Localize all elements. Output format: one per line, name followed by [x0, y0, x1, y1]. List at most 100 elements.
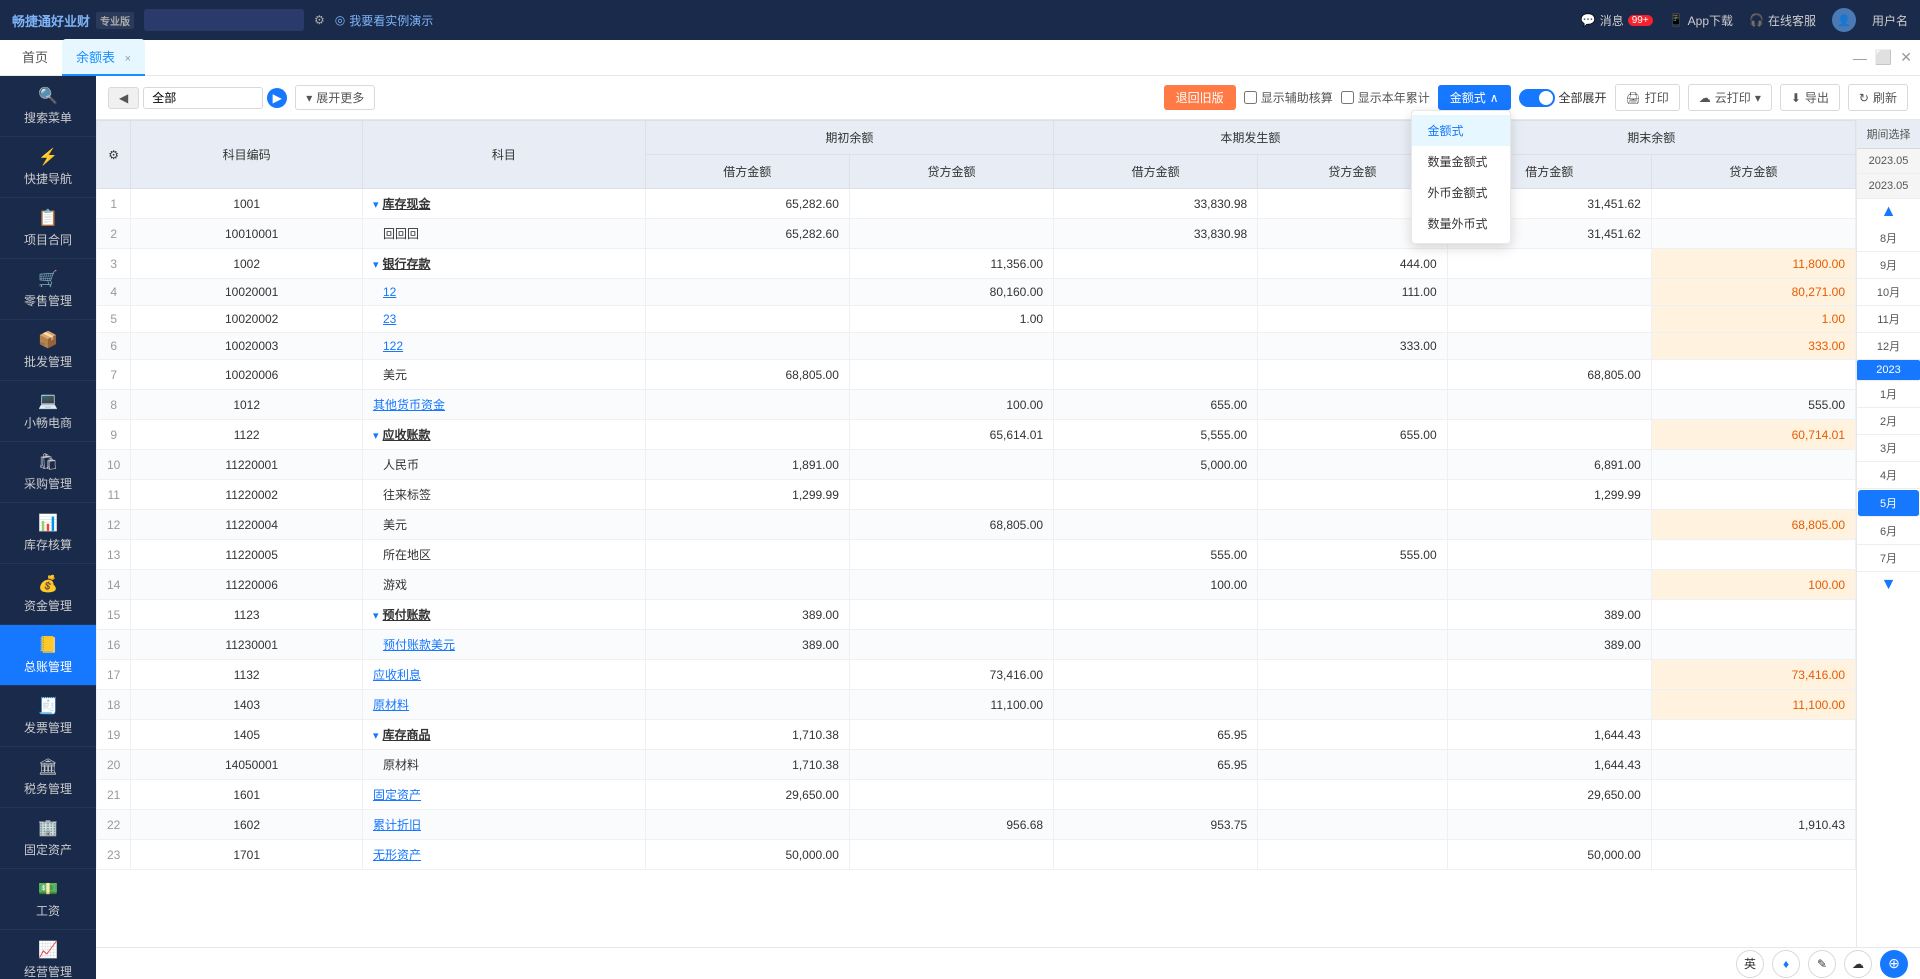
table-row[interactable]: 19 1405 ▾库存商品 1,710.38 65.95 1,644.43 [97, 720, 1856, 750]
sidebar-item-assets[interactable]: 🏢 固定资产 [0, 808, 96, 869]
account-name-link[interactable]: 累计折旧 [373, 818, 421, 832]
table-row[interactable]: 7 10020006 美元 68,805.00 68,805.00 [97, 360, 1856, 390]
sidebar-item-wholesale[interactable]: 📦 批发管理 [0, 320, 96, 381]
sidebar-item-quicknav[interactable]: ⚡ 快捷导航 [0, 137, 96, 198]
account-name-cell: ▾库存现金 [362, 189, 645, 219]
account-name-link[interactable]: 应收利息 [373, 668, 421, 682]
table-row[interactable]: 17 1132 应收利息 73,416.00 73,416.00 [97, 660, 1856, 690]
panel-month-5[interactable]: 5月 [1858, 490, 1919, 517]
table-row[interactable]: 9 1122 ▾应收账款 65,614.01 5,555.00 655.00 6… [97, 420, 1856, 450]
back-icon[interactable]: ◀ [108, 87, 139, 109]
panel-year-2023[interactable]: 2023 [1857, 360, 1920, 381]
panel-month-3[interactable]: 3月 [1857, 435, 1920, 462]
top-search-input[interactable] [144, 9, 304, 31]
lang-btn[interactable]: 英 [1736, 950, 1764, 978]
sidebar-item-bizmanage[interactable]: 📈 经营管理 [0, 930, 96, 979]
table-row[interactable]: 14 11220006 游戏 100.00 100.00 [97, 570, 1856, 600]
table-row[interactable]: 11 11220002 往来标签 1,299.99 1,299.99 [97, 480, 1856, 510]
sidebar-item-ecommerce[interactable]: 💻 小畅电商 [0, 381, 96, 442]
service-btn[interactable]: 🎧 在线客服 [1749, 12, 1816, 29]
table-row[interactable]: 6 10020003 122 333.00 333.00 [97, 333, 1856, 360]
close-window-icon[interactable]: ✕ [1900, 49, 1912, 66]
table-row[interactable]: 23 1701 无形资产 50,000.00 50,000.00 [97, 840, 1856, 870]
sidebar-item-contract[interactable]: 📋 项目合同 [0, 198, 96, 259]
plus-icon[interactable]: ⊕ [1880, 950, 1908, 978]
panel-nav-down[interactable]: ▼ [1857, 572, 1920, 598]
style-btn[interactable]: 金额式 ∧ [1438, 85, 1511, 110]
panel-month-2[interactable]: 2月 [1857, 408, 1920, 435]
account-name-link[interactable]: 无形资产 [373, 848, 421, 862]
panel-month-7[interactable]: 7月 [1857, 545, 1920, 572]
panel-nav-up[interactable]: ▲ [1857, 199, 1920, 225]
table-row[interactable]: 5 10020002 23 1.00 1.00 [97, 306, 1856, 333]
toggle-switch-btn[interactable] [1519, 89, 1555, 107]
nav-forward-btn[interactable]: ▶ [267, 88, 287, 108]
export-btn[interactable]: ⬇ 导出 [1780, 84, 1840, 111]
show-auxiliary-checkbox[interactable]: 显示辅助核算 [1244, 89, 1333, 106]
panel-month-10[interactable]: 10月 [1857, 279, 1920, 306]
table-row[interactable]: 3 1002 ▾银行存款 11,356.00 444.00 11,800.00 [97, 249, 1856, 279]
table-row[interactable]: 8 1012 其他货币资金 100.00 655.00 555.00 [97, 390, 1856, 420]
style-option-qty-amount[interactable]: 数量金额式 [1412, 146, 1510, 177]
style-option-amount[interactable]: 金额式 [1412, 115, 1510, 146]
table-settings-col[interactable]: ⚙ [97, 121, 131, 189]
sidebar-item-cashflow[interactable]: 💰 资金管理 [0, 564, 96, 625]
download-btn[interactable]: 📱 App下载 [1669, 12, 1733, 29]
demo-link[interactable]: ◎ 我要看实例演示 [335, 12, 434, 29]
table-row[interactable]: 4 10020001 12 80,160.00 111.00 80,271.00 [97, 279, 1856, 306]
table-row[interactable]: 20 14050001 原材料 1,710.38 65.95 1,644.43 [97, 750, 1856, 780]
minimize-icon[interactable]: — [1853, 50, 1867, 66]
account-name-link[interactable]: 12 [383, 285, 396, 299]
refresh-btn[interactable]: ↻ 刷新 [1848, 84, 1908, 111]
style-option-foreign-amount[interactable]: 外币金额式 [1412, 177, 1510, 208]
account-name-link[interactable]: 固定资产 [373, 788, 421, 802]
tab-home[interactable]: 首页 [8, 39, 62, 76]
sidebar-item-ledger[interactable]: 📒 总账管理 [0, 625, 96, 686]
table-row[interactable]: 22 1602 累计折旧 956.68 953.75 1,910.43 [97, 810, 1856, 840]
show-ytd-checkbox[interactable]: 显示本年累计 [1341, 89, 1430, 106]
diamond-icon[interactable]: ♦ [1772, 950, 1800, 978]
panel-month-11[interactable]: 11月 [1857, 306, 1920, 333]
account-search-input[interactable] [143, 87, 263, 109]
message-btn[interactable]: 💬 消息 99+ [1581, 12, 1653, 29]
table-row[interactable]: 10 11220001 人民币 1,891.00 5,000.00 6,891.… [97, 450, 1856, 480]
table-row[interactable]: 18 1403 原材料 11,100.00 11,100.00 [97, 690, 1856, 720]
avatar[interactable]: 👤 [1832, 8, 1856, 32]
table-row[interactable]: 1 1001 ▾库存现金 65,282.60 33,830.98 31,451.… [97, 189, 1856, 219]
panel-month-9[interactable]: 9月 [1857, 252, 1920, 279]
print-btn[interactable]: 🖨 打印 [1615, 84, 1680, 111]
panel-month-4[interactable]: 4月 [1857, 462, 1920, 489]
sidebar-item-purchase[interactable]: 🛍 采购管理 [0, 442, 96, 503]
account-name-link[interactable]: 预付账款美元 [383, 638, 455, 652]
table-row[interactable]: 16 11230001 预付账款美元 389.00 389.00 [97, 630, 1856, 660]
panel-month-1[interactable]: 1月 [1857, 381, 1920, 408]
tab-balance[interactable]: 余额表 × [62, 39, 145, 76]
tab-close-icon[interactable]: × [125, 53, 131, 65]
style-option-qty-foreign[interactable]: 数量外币式 [1412, 208, 1510, 239]
panel-month-8[interactable]: 8月 [1857, 225, 1920, 252]
account-name-link[interactable]: 122 [383, 339, 403, 353]
expand-more-btn[interactable]: ▾ 展开更多 [295, 85, 375, 110]
panel-month-12[interactable]: 12月 [1857, 333, 1920, 360]
maximize-icon[interactable]: ⬜ [1875, 49, 1892, 66]
account-name-link[interactable]: 其他货币资金 [373, 398, 445, 412]
return-btn[interactable]: 退回旧版 [1164, 85, 1236, 110]
table-row[interactable]: 2 10010001 回回回 65,282.60 33,830.98 31,45… [97, 219, 1856, 249]
panel-month-6[interactable]: 6月 [1857, 518, 1920, 545]
account-name-link[interactable]: 原材料 [373, 698, 409, 712]
table-row[interactable]: 13 11220005 所在地区 555.00 555.00 [97, 540, 1856, 570]
edit-icon[interactable]: ✎ [1808, 950, 1836, 978]
cloud-print-btn[interactable]: ☁ 云打印 ▾ [1688, 84, 1772, 111]
sidebar-item-inventory[interactable]: 📊 库存核算 [0, 503, 96, 564]
sidebar-item-salary[interactable]: 💵 工资 [0, 869, 96, 930]
settings-icon[interactable]: ⚙ [314, 13, 325, 27]
sidebar-item-invoice[interactable]: 🧾 发票管理 [0, 686, 96, 747]
table-row[interactable]: 15 1123 ▾预付账款 389.00 389.00 [97, 600, 1856, 630]
cloud-icon[interactable]: ☁ [1844, 950, 1872, 978]
table-row[interactable]: 21 1601 固定资产 29,650.00 29,650.00 [97, 780, 1856, 810]
account-name-link[interactable]: 23 [383, 312, 396, 326]
sidebar-item-tax[interactable]: 🏛 税务管理 [0, 747, 96, 808]
sidebar-item-search[interactable]: 🔍 搜索菜单 [0, 76, 96, 137]
sidebar-item-retail[interactable]: 🛒 零售管理 [0, 259, 96, 320]
table-row[interactable]: 12 11220004 美元 68,805.00 68,805.00 [97, 510, 1856, 540]
